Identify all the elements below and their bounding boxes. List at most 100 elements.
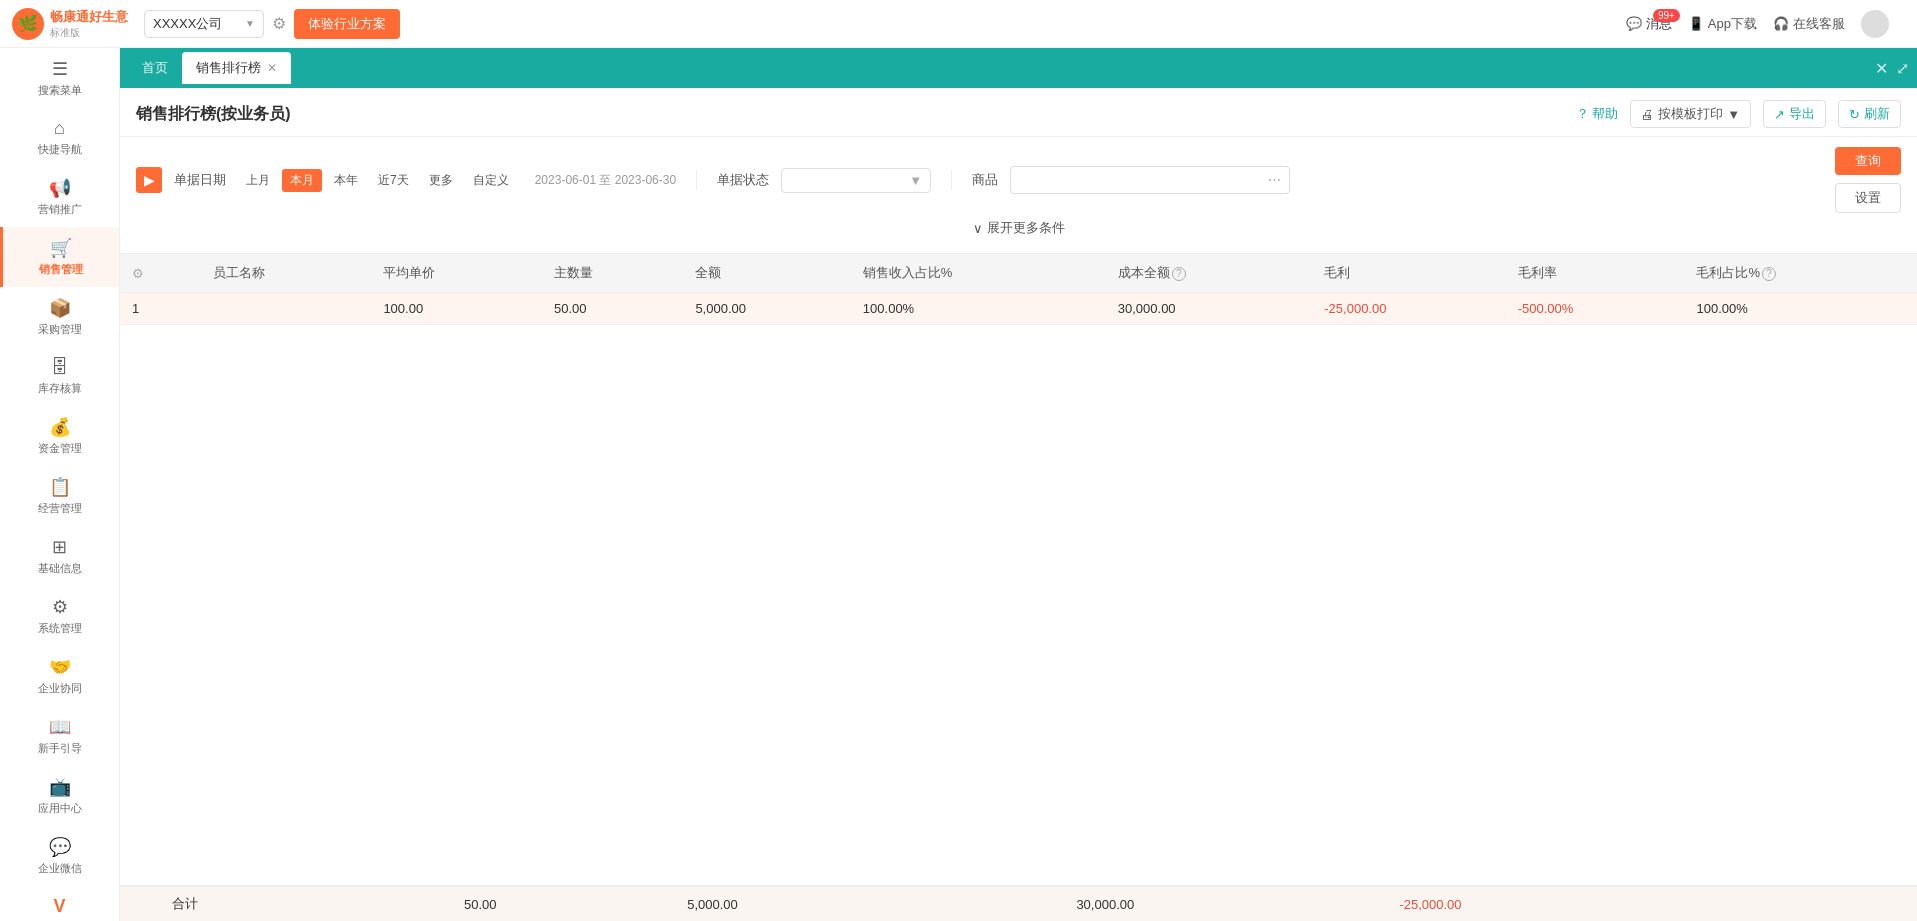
close-all-icon[interactable]: ✕ [1875,59,1888,78]
sidebar-item-member[interactable]: V 畅会员 [0,886,119,921]
expand-more-label: 展开更多条件 [987,219,1065,237]
footer-empty-1 [120,887,160,921]
goods-dots[interactable]: ··· [1268,171,1281,189]
cell-sales-pct: 100.00% [851,293,1106,325]
help-link[interactable]: ？ 帮助 [1576,105,1618,123]
tab-close-icon[interactable]: ✕ [267,61,277,75]
logo-text: 畅康通好生意 标准版 [50,8,128,40]
export-icon: ↗ [1774,107,1785,122]
expand-icon[interactable]: ⤢ [1896,59,1909,78]
table-row[interactable]: 1100.0050.005,000.00100.00%30,000.00-25,… [120,293,1917,325]
message-area[interactable]: 💬 消息 99+ [1626,15,1672,33]
print-button[interactable]: 🖨 按模板打印 ▼ [1630,100,1751,128]
system-icon: ⚙ [52,596,68,618]
sidebar-item-quick-nav[interactable]: ⌂ 快捷导航 [0,108,119,167]
col-cost: 成本全额? [1106,254,1313,293]
profit-pct-help-icon[interactable]: ? [1762,267,1776,281]
col-amount: 全额 [683,254,850,293]
cost-help-icon[interactable]: ? [1172,267,1186,281]
sidebar-label-finance: 资金管理 [38,441,82,456]
col-qty: 主数量 [542,254,683,293]
date-tab-custom[interactable]: 自定义 [465,169,517,192]
sidebar-item-ops[interactable]: 📋 经营管理 [0,466,119,526]
main-area: ☰ 搜索菜单 ⌂ 快捷导航 📢 营销推广 🛒 销售管理 📦 采购管理 🗄 库 [0,48,1917,921]
settings-button[interactable]: 设置 [1835,183,1901,213]
sidebar-label-system: 系统管理 [38,621,82,636]
sales-icon: 🛒 [50,237,72,259]
chevron-down-more-icon: ∨ [973,221,983,236]
expand-more-row[interactable]: ∨ 展开更多条件 [136,213,1901,243]
status-label: 单据状态 [717,171,769,189]
sidebar: ☰ 搜索菜单 ⌂ 快捷导航 📢 营销推广 🛒 销售管理 📦 采购管理 🗄 库 [0,48,120,921]
tab-home[interactable]: 首页 [128,52,182,84]
online-service[interactable]: 🎧 在线客服 [1773,15,1845,33]
sidebar-item-guide[interactable]: 📖 新手引导 [0,706,119,766]
avatar[interactable] [1861,10,1889,38]
tab-sales-rank[interactable]: 销售排行榜 ✕ [182,52,291,84]
logo-area: 🌿 畅康通好生意 标准版 [12,8,128,40]
refresh-icon: ↻ [1849,107,1860,122]
sidebar-item-wechat[interactable]: 💬 企业微信 [0,826,119,886]
footer-label: 合计 [160,887,357,921]
sidebar-item-purchase[interactable]: 📦 采购管理 [0,287,119,347]
query-button[interactable]: 查询 [1835,147,1901,175]
company-name: XXXXX公司 [153,15,222,33]
date-tab-7days[interactable]: 近7天 [370,169,417,192]
sidebar-item-collab[interactable]: 🤝 企业协同 [0,646,119,706]
date-label: 单据日期 [174,171,226,189]
help-icon: ？ [1576,105,1589,123]
sidebar-item-apps[interactable]: 📺 应用中心 [0,766,119,826]
sidebar-label-search: 搜索菜单 [38,83,82,98]
trial-button[interactable]: 体验行业方案 [294,9,400,39]
cell-employee [201,293,372,325]
chevron-right-icon: ▶ [144,172,155,188]
app-download[interactable]: 📱 App下载 [1688,15,1757,33]
sidebar-label-basic: 基础信息 [38,561,82,576]
wechat-icon: 💬 [49,836,71,858]
print-icon: 🖨 [1641,107,1654,122]
company-selector[interactable]: XXXXX公司 ▼ [144,10,264,38]
help-label: 帮助 [1592,105,1618,123]
sidebar-label-sales: 销售管理 [39,262,83,277]
filter-separator-2 [951,170,952,190]
top-bar: 🌿 畅康通好生意 标准版 XXXXX公司 ▼ ⚙ 体验行业方案 💬 消息 99+… [0,0,1917,48]
table-header-row: ⚙ 员工名称 平均单价 主数量 全额 销售收入占比% 成本全额? 毛利 毛利率 … [120,254,1917,293]
sidebar-item-basic[interactable]: ⊞ 基础信息 [0,526,119,586]
cell-profit-rate: -500.00% [1506,293,1685,325]
message-badge: 99+ [1653,9,1680,22]
date-tab-prev[interactable]: 上月 [238,169,278,192]
sidebar-label-apps: 应用中心 [38,801,82,816]
export-button[interactable]: ↗ 导出 [1763,100,1826,128]
sidebar-item-system[interactable]: ⚙ 系统管理 [0,586,119,646]
footer-row: 合计 50.00 5,000.00 30,000.00 -25,000.00 [120,887,1917,921]
headset-icon: 🎧 [1773,16,1789,31]
gear-icon[interactable]: ⚙ [272,14,286,33]
date-tab-cur[interactable]: 本月 [282,169,322,192]
col-sales-pct: 销售收入占比% [851,254,1106,293]
col-settings: ⚙ [120,254,201,293]
status-select[interactable]: ▼ [781,168,931,193]
date-tab-more[interactable]: 更多 [421,169,461,192]
page-header: 销售排行榜(按业务员) ？ 帮助 🖨 按模板打印 ▼ ↗ 导出 [120,88,1917,137]
col-employee: 员工名称 [201,254,372,293]
refresh-button[interactable]: ↻ 刷新 [1838,100,1901,128]
sidebar-label-guide: 新手引导 [38,741,82,756]
date-tab-year[interactable]: 本年 [326,169,366,192]
home-tab-label: 首页 [142,59,168,77]
home-icon: ⌂ [54,118,65,139]
filter-expand-icon[interactable]: ▶ [136,167,162,193]
date-range: 2023-06-01 至 2023-06-30 [535,172,676,189]
goods-input[interactable]: ··· [1010,166,1290,194]
sidebar-item-marketing[interactable]: 📢 营销推广 [0,167,119,227]
sidebar-item-inventory[interactable]: 🗄 库存核算 [0,347,119,406]
status-chevron-icon: ▼ [909,173,922,188]
sidebar-item-finance[interactable]: 💰 资金管理 [0,406,119,466]
footer-profit-pct [1822,887,1917,921]
sidebar-item-sales[interactable]: 🛒 销售管理 [0,227,119,287]
content-area: 首页 销售排行榜 ✕ ✕ ⤢ 销售排行榜(按业务员) ？ 帮助 [120,48,1917,921]
col-settings-icon[interactable]: ⚙ [132,266,144,281]
table-footer: 合计 50.00 5,000.00 30,000.00 -25,000.00 [120,885,1917,921]
ops-icon: 📋 [49,476,71,498]
sidebar-item-search[interactable]: ☰ 搜索菜单 [0,48,119,108]
print-label: 按模板打印 [1658,105,1723,123]
